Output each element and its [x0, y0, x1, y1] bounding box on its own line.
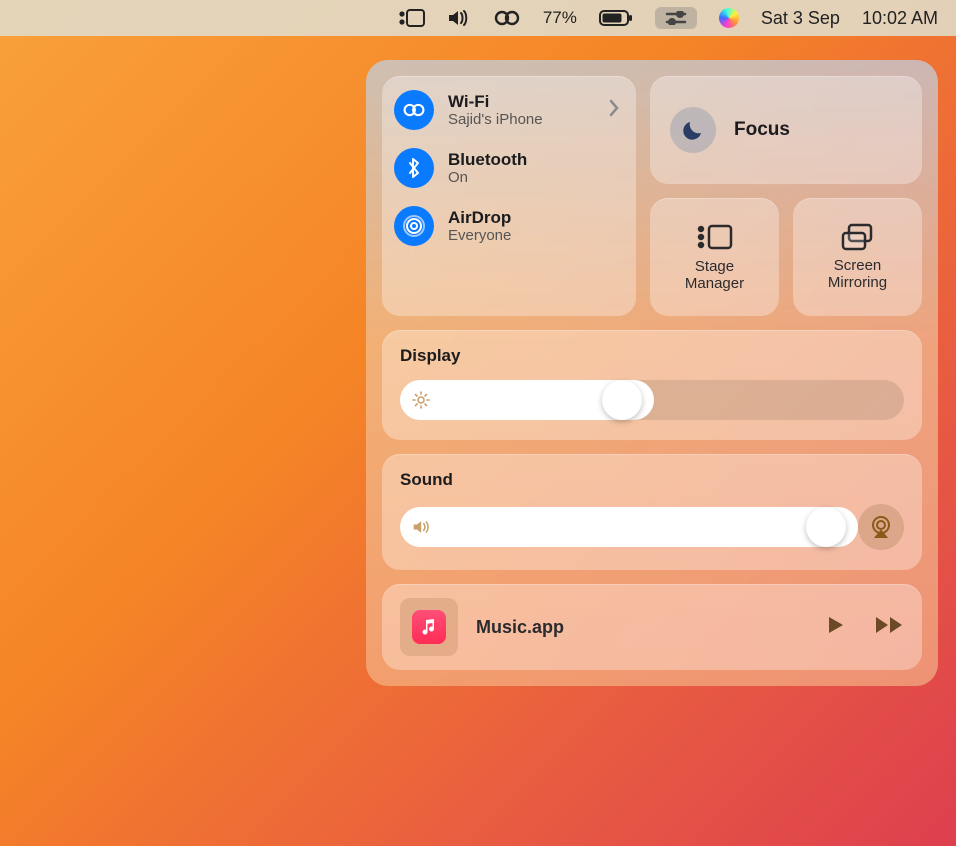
moon-icon [670, 107, 716, 153]
bluetooth-title: Bluetooth [448, 150, 527, 170]
stage-manager-label: Stage Manager [685, 258, 744, 293]
now-playing-artwork [400, 598, 458, 656]
sound-label: Sound [400, 470, 904, 490]
bluetooth-subtitle: On [448, 169, 527, 186]
play-button[interactable] [824, 614, 846, 641]
screen-mirroring-button[interactable]: Screen Mirroring [793, 198, 922, 316]
hotspot-icon [394, 90, 434, 130]
wifi-subtitle: Sajid's iPhone [448, 111, 543, 128]
siri-icon[interactable] [719, 8, 739, 28]
stage-manager-menubar-icon[interactable] [399, 9, 425, 27]
bluetooth-icon [394, 148, 434, 188]
wifi-title: Wi-Fi [448, 92, 543, 112]
stage-manager-button[interactable]: Stage Manager [650, 198, 779, 316]
menubar-time[interactable]: 10:02 AM [862, 8, 938, 29]
control-center-panel: Wi-Fi Sajid's iPhone Bluetooth On [366, 60, 938, 686]
screen-mirroring-label: Screen Mirroring [828, 257, 887, 292]
display-brightness-slider[interactable] [400, 380, 904, 420]
airdrop-toggle[interactable]: AirDrop Everyone [394, 206, 624, 246]
volume-menubar-icon[interactable] [447, 9, 471, 27]
battery-icon[interactable] [599, 10, 633, 26]
music-app-icon [412, 610, 446, 644]
desktop: 77% Sat 3 Sep 10:02 AM [0, 0, 956, 846]
airplay-icon [869, 515, 893, 539]
sound-card: Sound [382, 454, 922, 570]
focus-button[interactable]: Focus [650, 76, 922, 184]
hotspot-menubar-icon[interactable] [493, 10, 521, 26]
focus-label: Focus [734, 119, 790, 141]
airplay-audio-button[interactable] [858, 504, 904, 550]
next-track-button[interactable] [874, 614, 904, 641]
battery-percent: 77% [543, 8, 577, 28]
screen-mirroring-icon [840, 223, 876, 251]
now-playing-title: Music.app [476, 617, 806, 638]
chevron-right-icon [608, 98, 620, 123]
display-label: Display [400, 346, 904, 366]
airdrop-title: AirDrop [448, 208, 511, 228]
airdrop-subtitle: Everyone [448, 227, 511, 244]
connectivity-card: Wi-Fi Sajid's iPhone Bluetooth On [382, 76, 636, 316]
volume-icon [412, 519, 432, 535]
brightness-icon [412, 391, 430, 409]
airdrop-icon [394, 206, 434, 246]
bluetooth-toggle[interactable]: Bluetooth On [394, 148, 624, 188]
control-center-menubar-icon[interactable] [655, 7, 697, 29]
menubar: 77% Sat 3 Sep 10:02 AM [0, 0, 956, 36]
menubar-date[interactable]: Sat 3 Sep [761, 8, 840, 29]
display-card: Display [382, 330, 922, 440]
now-playing-card[interactable]: Music.app [382, 584, 922, 670]
sound-volume-slider[interactable] [400, 507, 846, 547]
wifi-toggle[interactable]: Wi-Fi Sajid's iPhone [394, 90, 624, 130]
stage-manager-icon [695, 222, 735, 252]
